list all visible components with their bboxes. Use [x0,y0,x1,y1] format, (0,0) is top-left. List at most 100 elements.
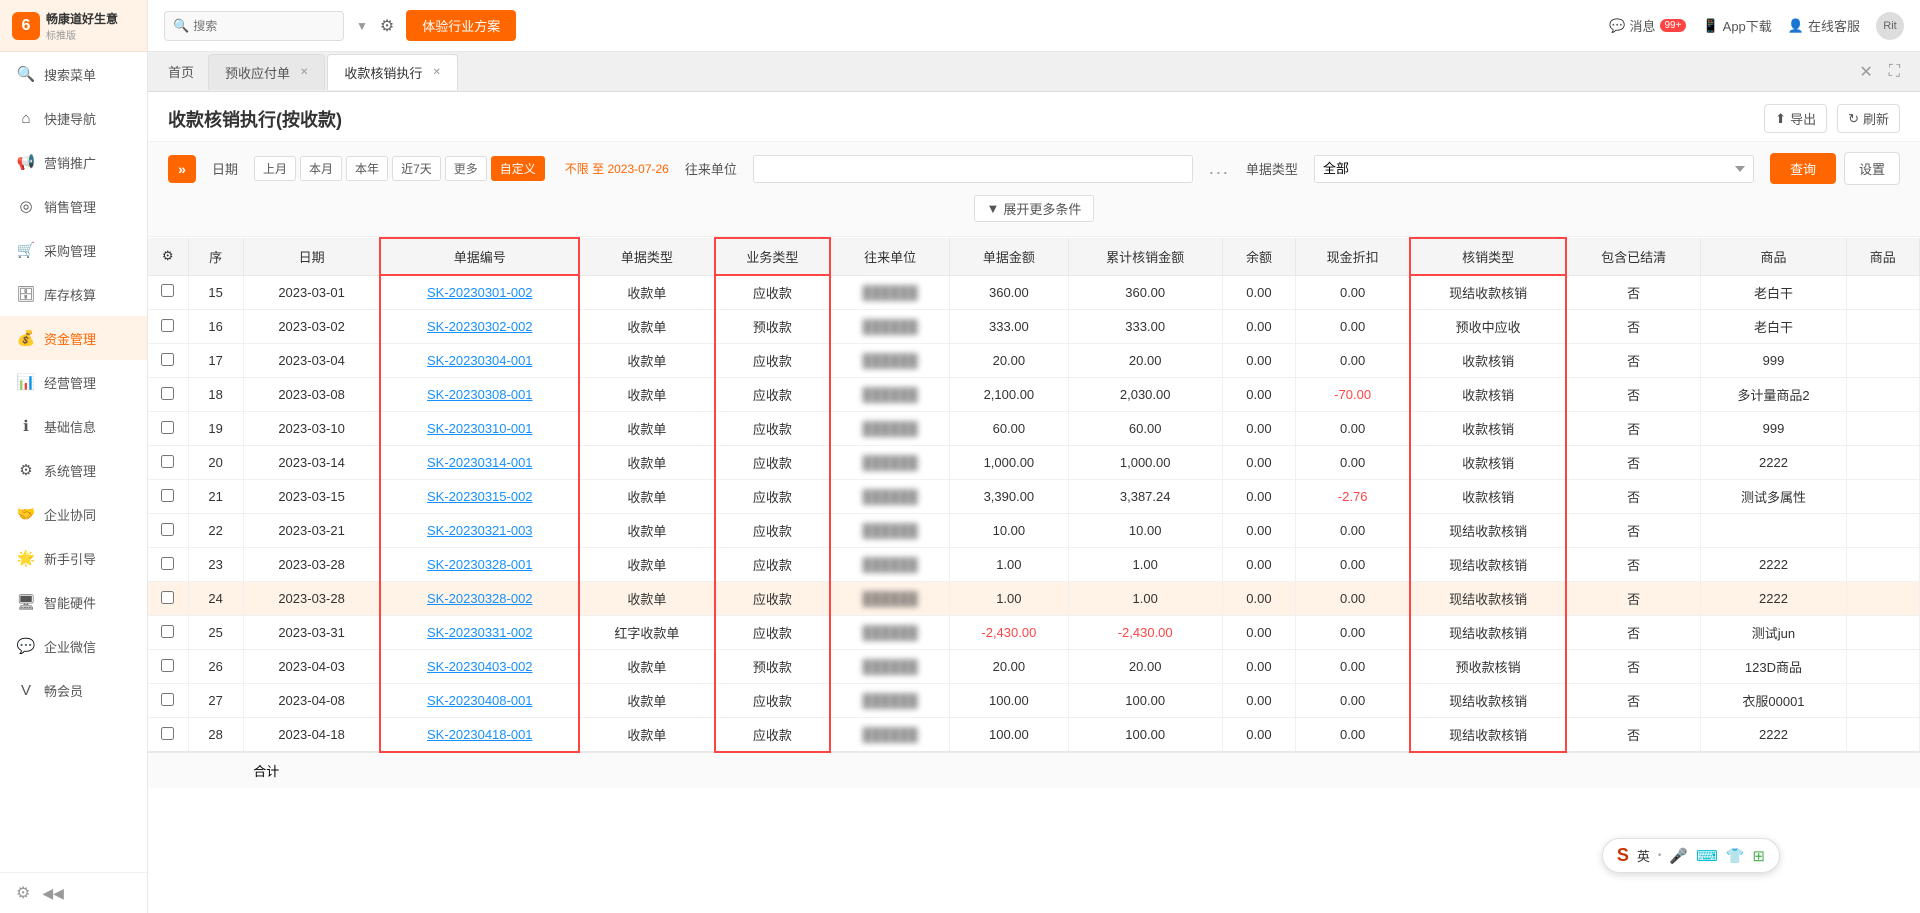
table-row[interactable]: 15 2023-03-01 SK-20230301-002 收款单 应收款 ██… [148,275,1920,310]
col-bill-no[interactable]: SK-20230304-001 [380,344,579,378]
sidebar-item-finance[interactable]: 💰资金管理 [0,316,147,360]
tab-writeoff-close[interactable]: ✕ [432,67,440,78]
col-checkbox[interactable] [148,480,188,514]
table-row[interactable]: 19 2023-03-10 SK-20230310-001 收款单 应收款 ██… [148,412,1920,446]
col-checkbox[interactable] [148,275,188,310]
col-bill-no[interactable]: SK-20230418-001 [380,718,579,753]
row-checkbox[interactable] [161,625,174,638]
sidebar-item-member[interactable]: V畅会员 [0,668,147,712]
col-checkbox[interactable] [148,310,188,344]
topbar-gear-icon[interactable]: ⚙ [380,16,394,36]
ft-text-icon[interactable]: 英 [1637,846,1650,865]
export-btn[interactable]: ⬆ 导出 [1764,104,1827,133]
query-btn[interactable]: 查询 [1770,153,1836,184]
bill-no-link[interactable]: SK-20230328-002 [427,591,533,606]
bill-no-link[interactable]: SK-20230315-002 [427,489,533,504]
row-checkbox[interactable] [161,727,174,740]
table-row[interactable]: 20 2023-03-14 SK-20230314-001 收款单 应收款 ██… [148,446,1920,480]
col-bill-no[interactable]: SK-20230301-002 [380,275,579,310]
date-more-btn[interactable]: 更多 [445,156,487,181]
sidebar-item-search[interactable]: 🔍搜索菜单 [0,52,147,96]
col-checkbox[interactable] [148,344,188,378]
date-7days-btn[interactable]: 近7天 [392,156,441,181]
table-row[interactable]: 28 2023-04-18 SK-20230418-001 收款单 应收款 ██… [148,718,1920,753]
sidebar-item-guide[interactable]: 🌟新手引导 [0,536,147,580]
tab-home[interactable]: 首页 [156,54,206,90]
sidebar-item-corp[interactable]: 🤝企业协同 [0,492,147,536]
bill-no-link[interactable]: SK-20230304-001 [427,353,533,368]
row-checkbox[interactable] [161,591,174,604]
row-checkbox[interactable] [161,421,174,434]
col-bill-no[interactable]: SK-20230331-002 [380,616,579,650]
table-row[interactable]: 24 2023-03-28 SK-20230328-002 收款单 应收款 ██… [148,582,1920,616]
col-bill-no[interactable]: SK-20230314-001 [380,446,579,480]
gear-icon[interactable]: ⚙ [16,883,30,903]
sidebar-item-hardware[interactable]: 🖥智能硬件 [0,580,147,624]
row-checkbox[interactable] [161,284,174,297]
type-select[interactable]: 全部 [1314,155,1754,183]
col-bill-no[interactable]: SK-20230310-001 [380,412,579,446]
date-this-month-btn[interactable]: 本月 [300,156,342,181]
ft-keyboard-icon[interactable]: ⌨ [1696,847,1718,865]
col-settings-header[interactable]: ⚙ [148,238,188,275]
row-checkbox[interactable] [161,489,174,502]
tab-prepay-close[interactable]: ✕ [300,67,308,78]
row-checkbox[interactable] [161,557,174,570]
bill-no-link[interactable]: SK-20230321-003 [427,523,533,538]
tab-expand-btn[interactable]: ⛶ [1885,58,1904,86]
ft-shirt-icon[interactable]: 👕 [1726,847,1745,865]
sidebar-item-system[interactable]: ⚙系统管理 [0,448,147,492]
row-checkbox[interactable] [161,455,174,468]
bill-no-link[interactable]: SK-20230403-002 [427,659,533,674]
sidebar-item-basic[interactable]: ℹ基础信息 [0,404,147,448]
col-checkbox[interactable] [148,616,188,650]
user-avatar[interactable]: Rit [1876,12,1904,40]
sidebar-item-sales[interactable]: ◎销售管理 [0,184,147,228]
online-service-action[interactable]: 👤 在线客服 [1788,16,1860,35]
bill-no-link[interactable]: SK-20230328-001 [427,557,533,572]
sidebar-item-marketing[interactable]: 📢营销推广 [0,140,147,184]
row-checkbox[interactable] [161,319,174,332]
table-row[interactable]: 22 2023-03-21 SK-20230321-003 收款单 应收款 ██… [148,514,1920,548]
sidebar-item-operation[interactable]: 📊经营管理 [0,360,147,404]
filter-toggle-btn[interactable]: » [168,155,196,183]
bill-no-link[interactable]: SK-20230310-001 [427,421,533,436]
bill-no-link[interactable]: SK-20230301-002 [427,285,533,300]
row-checkbox[interactable] [161,693,174,706]
search-input[interactable] [193,19,323,33]
col-bill-no[interactable]: SK-20230328-002 [380,582,579,616]
col-checkbox[interactable] [148,548,188,582]
bill-no-link[interactable]: SK-20230302-002 [427,319,533,334]
table-row[interactable]: 25 2023-03-31 SK-20230331-002 红字收款单 应收款 … [148,616,1920,650]
topbar-search-box[interactable]: 🔍 [164,11,344,41]
refresh-btn[interactable]: ↻ 刷新 [1837,104,1900,133]
app-download-action[interactable]: 📱 App下载 [1702,16,1771,35]
table-row[interactable]: 17 2023-03-04 SK-20230304-001 收款单 应收款 ██… [148,344,1920,378]
tab-writeoff[interactable]: 收款核销执行 ✕ [327,54,457,90]
message-action[interactable]: 💬 消息 99+ [1609,16,1686,35]
col-checkbox[interactable] [148,446,188,480]
ft-grid-icon[interactable]: ⊞ [1752,847,1765,865]
row-checkbox[interactable] [161,353,174,366]
col-bill-no[interactable]: SK-20230403-002 [380,650,579,684]
table-row[interactable]: 23 2023-03-28 SK-20230328-001 收款单 应收款 ██… [148,548,1920,582]
table-row[interactable]: 27 2023-04-08 SK-20230408-001 收款单 应收款 ██… [148,684,1920,718]
unit-input[interactable] [753,155,1193,183]
set-btn[interactable]: 设置 [1844,152,1900,185]
table-row[interactable]: 16 2023-03-02 SK-20230302-002 收款单 预收款 ██… [148,310,1920,344]
sidebar-item-purchase[interactable]: 🛒采购管理 [0,228,147,272]
col-checkbox[interactable] [148,514,188,548]
date-this-year-btn[interactable]: 本年 [346,156,388,181]
date-last-month-btn[interactable]: 上月 [254,156,296,181]
ft-mic-icon[interactable]: 🎤 [1669,847,1688,865]
sidebar-item-wechat[interactable]: 💬企业微信 [0,624,147,668]
row-checkbox[interactable] [161,387,174,400]
industry-btn[interactable]: 体验行业方案 [406,10,516,41]
col-bill-no[interactable]: SK-20230315-002 [380,480,579,514]
bill-no-link[interactable]: SK-20230418-001 [427,727,533,742]
expand-conditions-btn[interactable]: ▼ 展开更多条件 [974,195,1095,222]
row-checkbox[interactable] [161,523,174,536]
col-bill-no[interactable]: SK-20230328-001 [380,548,579,582]
col-bill-no[interactable]: SK-20230408-001 [380,684,579,718]
tab-close-all-btn[interactable]: ✕ [1855,58,1876,86]
